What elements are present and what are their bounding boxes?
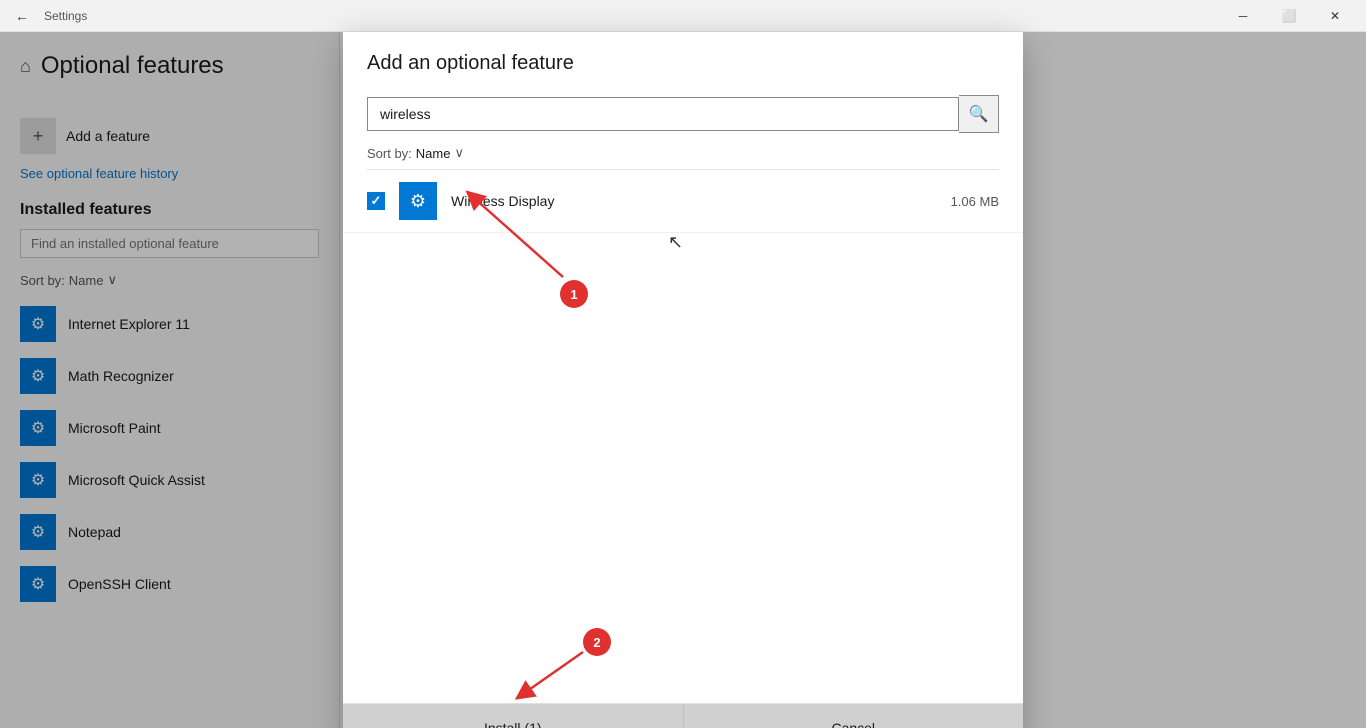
maximize-icon: ⬜ [1282,9,1297,23]
titlebar: ← Settings ─ ⬜ ✕ [0,0,1366,32]
checkmark-icon: ✓ [371,193,382,209]
cancel-button[interactable]: Cancel [684,704,1024,728]
feature-checkbox[interactable]: ✓ [367,192,385,210]
feature-name: Wireless Display [451,193,937,209]
minimize-button[interactable]: ─ [1220,0,1266,32]
modal-dialog: Add an optional feature 🔍 Sort by: Name … [343,32,1023,728]
modal-title: Add an optional feature [367,52,574,75]
modal-header: Add an optional feature [343,32,1023,87]
back-button[interactable]: ← [8,2,36,30]
back-icon: ← [15,8,29,24]
modal-search-input[interactable] [367,97,959,131]
titlebar-title: Settings [44,9,87,23]
cursor: ↖ [668,232,683,253]
annotation-2: 2 [583,628,611,656]
chevron-down-icon: ∨ [454,145,464,161]
modal-footer: Install (1) Cancel [343,703,1023,728]
sort-prefix: Sort by: [367,146,412,161]
search-icon: 🔍 [969,104,989,124]
sort-value[interactable]: Name [416,146,451,161]
minimize-icon: ─ [1239,9,1248,23]
close-button[interactable]: ✕ [1312,0,1358,32]
close-icon: ✕ [1330,9,1340,23]
gear-icon: ⚙ [410,191,426,212]
annotation-1: 1 [560,280,588,308]
maximize-button[interactable]: ⬜ [1266,0,1312,32]
install-button[interactable]: Install (1) [343,704,684,728]
modal-sort-row[interactable]: Sort by: Name ∨ [343,145,1023,169]
window-controls: ─ ⬜ ✕ [1220,0,1358,32]
feature-size: 1.06 MB [951,194,999,209]
modal-feature-item: ✓ ⚙ Wireless Display 1.06 MB [343,170,1023,233]
modal-overlay: Add an optional feature 🔍 Sort by: Name … [0,32,1366,728]
modal-search-button[interactable]: 🔍 [959,95,999,133]
feature-icon: ⚙ [399,182,437,220]
modal-search-row: 🔍 [343,87,1023,145]
